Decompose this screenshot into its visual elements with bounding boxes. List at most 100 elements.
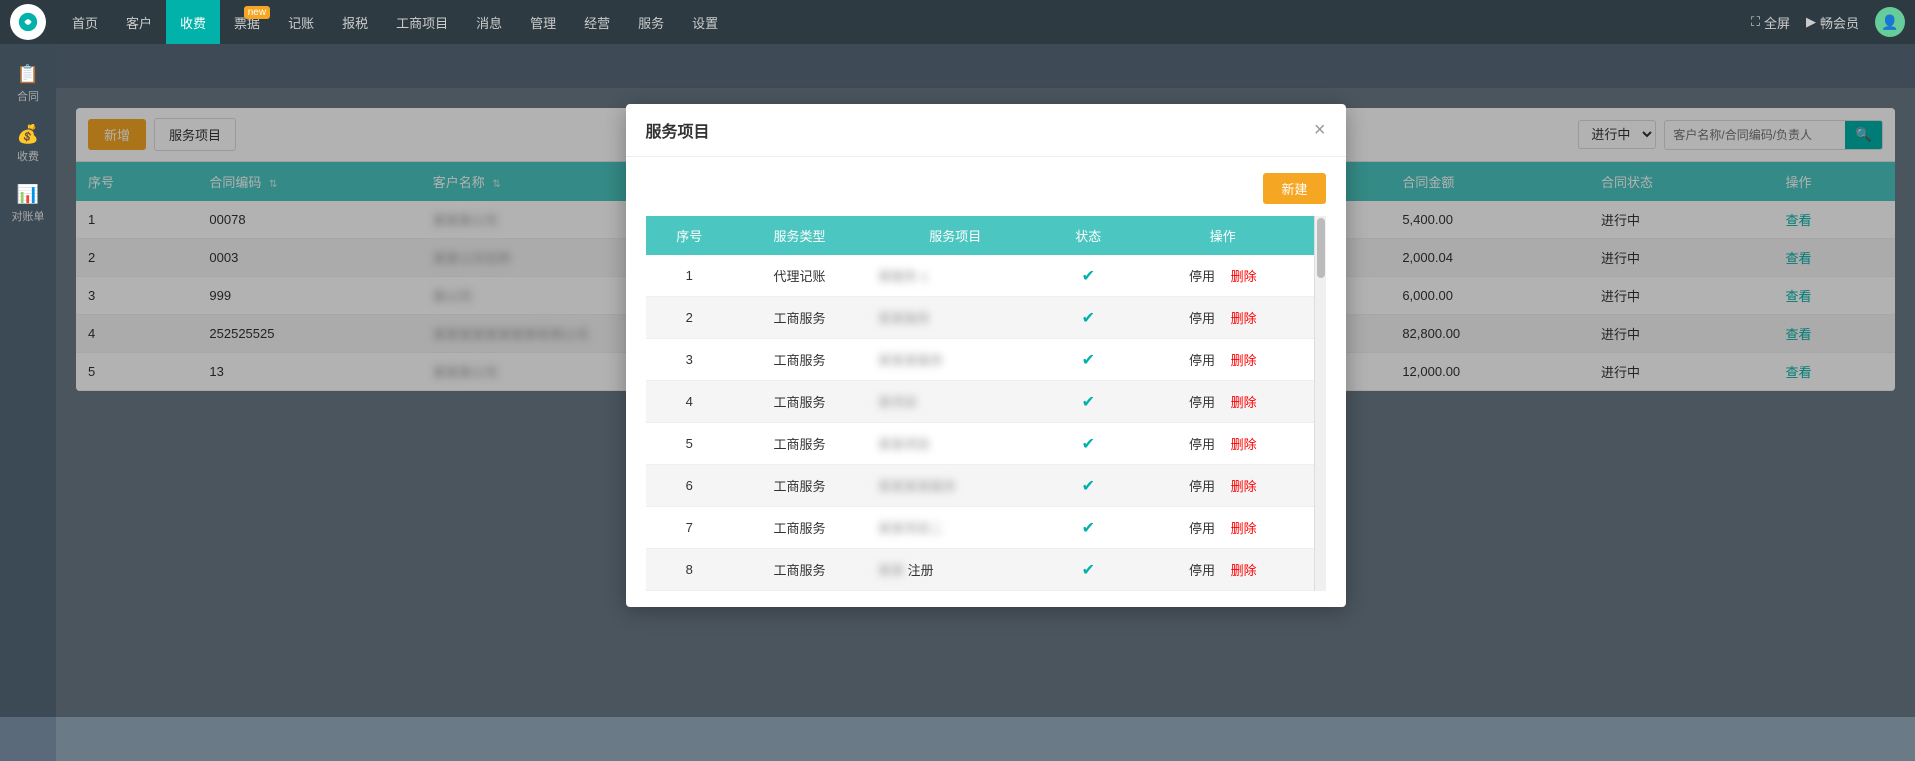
modal-cell-action: 停用 删除 — [1132, 339, 1313, 381]
status-check-icon-3: ✔ — [1082, 352, 1095, 369]
scrollbar-thumb — [1317, 218, 1325, 278]
nav-item-client[interactable]: 客户 — [112, 0, 166, 44]
nav-right: ⛶ 全屏 ▶ 畅会员 👤 — [1751, 7, 1905, 37]
nav-item-operation[interactable]: 经营 — [570, 0, 624, 44]
modal-cell-seq: 6 — [646, 465, 734, 507]
contract-icon: 📋 — [17, 64, 39, 85]
status-check-icon-4: ✔ — [1082, 394, 1095, 411]
modal-cell-type: 工商服务 — [733, 507, 866, 549]
stop-button-3[interactable]: 停用 — [1183, 348, 1221, 371]
nav-item-business[interactable]: 工商项目 — [382, 0, 462, 44]
modal-overlay[interactable]: 服务项目 × 新建 序号 服务类型 服务项目 状态 — [56, 44, 1915, 717]
modal-cell-item: 某某某某服务 — [866, 465, 1045, 507]
reconciliation-icon: 📊 — [17, 184, 39, 205]
stop-button-6[interactable]: 停用 — [1183, 474, 1221, 497]
modal-cell-seq: 3 — [646, 339, 734, 381]
delete-button-7[interactable]: 删除 — [1225, 516, 1263, 539]
modal-cell-type: 工商服务 — [733, 339, 866, 381]
delete-button-5[interactable]: 删除 — [1225, 432, 1263, 455]
modal-cell-type: 工商服务 — [733, 549, 866, 591]
modal-table-row: 2 工商服务 某某服务 ✔ 停用 删除 — [646, 297, 1314, 339]
status-check-icon-1: ✔ — [1082, 268, 1095, 285]
modal-cell-status: ✔ — [1045, 255, 1133, 297]
modal-cell-seq: 8 — [646, 549, 734, 591]
sidebar-item-fee[interactable]: 💰 收费 — [0, 114, 56, 174]
top-nav: 首页 客户 收费 票据 new 记账 报税 工商项目 消息 管理 经营 — [0, 0, 1915, 44]
modal-close-button[interactable]: × — [1314, 120, 1326, 140]
nav-item-home[interactable]: 首页 — [58, 0, 112, 44]
modal-toolbar: 新建 — [646, 173, 1326, 204]
modal-cell-status: ✔ — [1045, 339, 1133, 381]
modal-cell-action: 停用 删除 — [1132, 381, 1313, 423]
modal-table-row: 3 工商服务 某某某服务 ✔ 停用 删除 — [646, 339, 1314, 381]
modal-cell-item: 某某某服务 — [866, 339, 1045, 381]
modal-cell-seq: 4 — [646, 381, 734, 423]
nav-item-fee[interactable]: 收费 — [166, 0, 220, 44]
delete-button-8[interactable]: 删除 — [1225, 558, 1263, 581]
modal-body: 新建 序号 服务类型 服务项目 状态 操作 — [626, 157, 1346, 607]
modal-header: 服务项目 × — [626, 104, 1346, 157]
nav-item-tax[interactable]: 报税 — [328, 0, 382, 44]
status-check-icon-7: ✔ — [1082, 520, 1095, 537]
modal-cell-seq: 5 — [646, 423, 734, 465]
modal-cell-seq: 7 — [646, 507, 734, 549]
modal-cell-type: 工商服务 — [733, 381, 866, 423]
fee-icon: 💰 — [17, 124, 39, 145]
nav-item-service[interactable]: 服务 — [624, 0, 678, 44]
stop-button-1[interactable]: 停用 — [1183, 264, 1221, 287]
nav-item-manage[interactable]: 管理 — [516, 0, 570, 44]
delete-button-1[interactable]: 删除 — [1225, 264, 1263, 287]
video-icon: ▶ — [1806, 14, 1816, 30]
avatar[interactable]: 👤 — [1875, 7, 1905, 37]
nav-item-message[interactable]: 消息 — [462, 0, 516, 44]
stop-button-7[interactable]: 停用 — [1183, 516, 1221, 539]
sidebar: 📋 合同 💰 收费 📊 对账单 — [0, 44, 56, 717]
modal-table-row: 6 工商服务 某某某某服务 ✔ 停用 删除 — [646, 465, 1314, 507]
modal-cell-type: 工商服务 — [733, 465, 866, 507]
nav-item-bookkeeping[interactable]: 记账 — [274, 0, 328, 44]
modal-cell-action: 停用 删除 — [1132, 423, 1313, 465]
modal-cell-item: 某项目 — [866, 381, 1045, 423]
modal-table-row: 8 工商服务 某某 注册 ✔ 停用 删除 — [646, 549, 1314, 591]
logo — [10, 4, 46, 40]
stop-button-5[interactable]: 停用 — [1183, 432, 1221, 455]
nav-item-invoice[interactable]: 票据 new — [220, 0, 274, 44]
sidebar-item-contract[interactable]: 📋 合同 — [0, 54, 56, 114]
modal-table-header: 序号 服务类型 服务项目 状态 操作 — [646, 216, 1314, 255]
fullscreen-btn[interactable]: ⛶ 全屏 — [1751, 13, 1790, 32]
member-btn[interactable]: ▶ 畅会员 — [1806, 13, 1859, 32]
delete-button-2[interactable]: 删除 — [1225, 306, 1263, 329]
status-check-icon-8: ✔ — [1082, 562, 1095, 579]
status-check-icon-6: ✔ — [1082, 478, 1095, 495]
delete-button-6[interactable]: 删除 — [1225, 474, 1263, 497]
modal-cell-action: 停用 删除 — [1132, 507, 1313, 549]
modal-cell-item: 某某服务 — [866, 297, 1045, 339]
modal-cell-item: 某某项目二 — [866, 507, 1045, 549]
modal-cell-type: 工商服务 — [733, 297, 866, 339]
modal-cell-status: ✔ — [1045, 381, 1133, 423]
modal-scrollbar[interactable] — [1314, 216, 1326, 591]
status-check-icon-5: ✔ — [1082, 436, 1095, 453]
modal-cell-item: 某服务 1 — [866, 255, 1045, 297]
sidebar-item-reconciliation[interactable]: 📊 对账单 — [0, 174, 56, 234]
modal-col-item: 服务项目 — [866, 216, 1045, 255]
stop-button-4[interactable]: 停用 — [1183, 390, 1221, 413]
modal-cell-status: ✔ — [1045, 507, 1133, 549]
delete-button-3[interactable]: 删除 — [1225, 348, 1263, 371]
stop-button-2[interactable]: 停用 — [1183, 306, 1221, 329]
modal-cell-type: 代理记账 — [733, 255, 866, 297]
service-item-table: 序号 服务类型 服务项目 状态 操作 1 代理记账 某服务 1 — [646, 216, 1314, 591]
stop-button-8[interactable]: 停用 — [1183, 558, 1221, 581]
modal-cell-status: ✔ — [1045, 423, 1133, 465]
service-item-modal: 服务项目 × 新建 序号 服务类型 服务项目 状态 — [626, 104, 1346, 607]
modal-table-body: 1 代理记账 某服务 1 ✔ 停用 删除 2 — [646, 255, 1314, 591]
modal-cell-action: 停用 删除 — [1132, 297, 1313, 339]
modal-cell-seq: 1 — [646, 255, 734, 297]
modal-cell-status: ✔ — [1045, 549, 1133, 591]
modal-cell-action: 停用 删除 — [1132, 549, 1313, 591]
modal-cell-action: 停用 删除 — [1132, 255, 1313, 297]
modal-title: 服务项目 — [646, 118, 710, 142]
new-service-item-button[interactable]: 新建 — [1263, 173, 1325, 204]
nav-item-settings[interactable]: 设置 — [678, 0, 732, 44]
delete-button-4[interactable]: 删除 — [1225, 390, 1263, 413]
